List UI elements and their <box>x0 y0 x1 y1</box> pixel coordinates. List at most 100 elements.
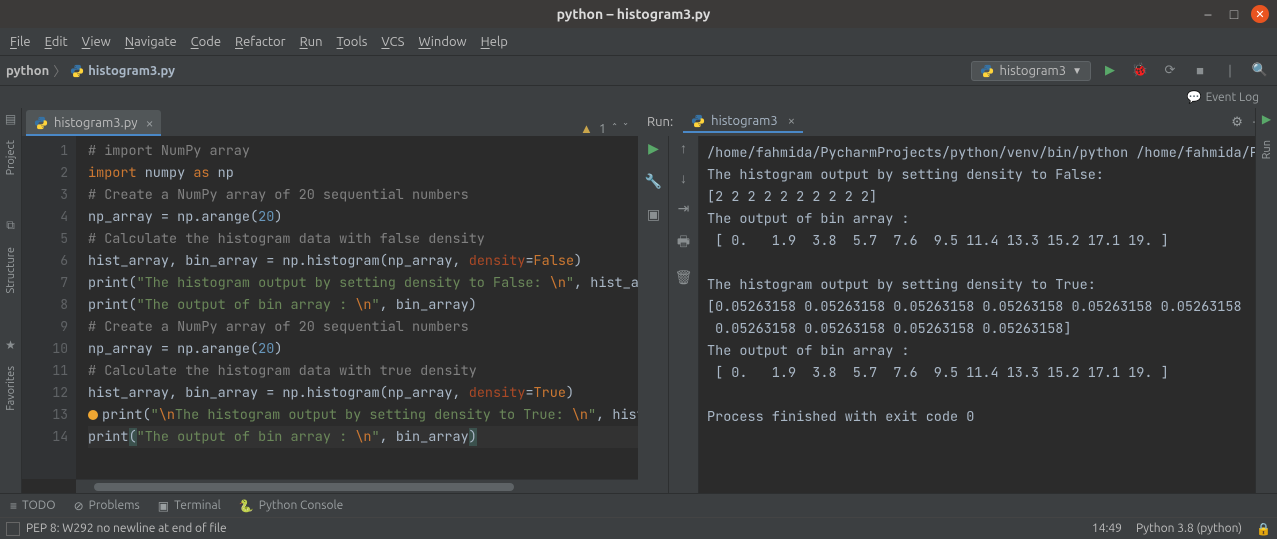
code-area[interactable]: # import NumPy arrayimport numpy as np# … <box>76 136 638 479</box>
python-file-icon <box>34 116 48 130</box>
python-icon <box>691 114 705 128</box>
toolwindow-terminal-button[interactable]: ▣Terminal <box>158 499 221 513</box>
window-minimize-button[interactable]: – <box>1199 5 1217 23</box>
line-number-gutter: 1234567891011121314 <box>22 136 76 479</box>
chevron-up-icon[interactable]: ˆ <box>612 122 617 136</box>
right-tool-strip: ▶ Run <box>1255 108 1277 493</box>
toolwindow-todo-button[interactable]: ≡TODO <box>10 499 56 513</box>
run-config-label: histogram3 <box>1000 64 1067 78</box>
menu-vcs[interactable]: VCS <box>375 32 410 52</box>
status-message: PEP 8: W292 no newline at end of file <box>26 522 227 535</box>
menu-refactor[interactable]: Refactor <box>229 32 292 52</box>
breakpoint-icon[interactable] <box>88 410 98 420</box>
run-settings-button[interactable]: ⚙ <box>1231 115 1243 130</box>
breadcrumb-file-label: histogram3.py <box>88 64 175 78</box>
menu-navigate[interactable]: Navigate <box>119 32 183 52</box>
toolwindow-problems-button[interactable]: ⊘Problems <box>74 499 140 513</box>
window-maximize-button[interactable]: □ <box>1225 5 1243 23</box>
event-log-button[interactable]: 💬 Event Log <box>1187 90 1259 104</box>
menu-help[interactable]: Help <box>475 32 514 52</box>
project-icon[interactable]: ▤ <box>5 112 16 126</box>
debug-button[interactable]: 🐞 <box>1129 60 1151 82</box>
event-log-label: Event Log <box>1206 91 1259 104</box>
code-line[interactable]: # Calculate the histogram data with true… <box>88 360 638 382</box>
run-tab-label: histogram3 <box>711 114 778 128</box>
run-panel-title: Run: <box>647 115 673 129</box>
todo-icon: ≡ <box>10 499 17 513</box>
print-button[interactable]: 🖶 <box>677 231 690 255</box>
run-tools-button[interactable]: 🔧 <box>645 173 662 190</box>
code-line[interactable]: print("\nThe histogram output by setting… <box>88 404 638 426</box>
editor-body[interactable]: 1234567891011121314 # import NumPy array… <box>22 136 638 479</box>
menu-window[interactable]: Window <box>412 32 472 52</box>
code-line[interactable]: import numpy as np <box>88 162 638 184</box>
run-config-selector[interactable]: histogram3 ▼ <box>971 61 1091 81</box>
editor-horizontal-scrollbar[interactable] <box>76 479 638 493</box>
menu-edit[interactable]: Edit <box>39 32 74 52</box>
side-structure[interactable]: Structure <box>5 241 17 300</box>
editor-tab-row: histogram3.py × ▲ 1 ˆ ˇ <box>22 108 638 136</box>
run-with-coverage-button[interactable]: ⟳ <box>1159 60 1181 82</box>
code-line[interactable]: # Create a NumPy array of 20 sequential … <box>88 184 638 206</box>
problems-icon: ⊘ <box>74 499 84 513</box>
scroll-down-button[interactable]: ↓ <box>680 170 687 186</box>
menu-view[interactable]: View <box>76 32 117 52</box>
stop-button[interactable]: ■ <box>1189 60 1211 82</box>
menu-code[interactable]: Code <box>185 32 227 52</box>
toolwindow-python-console-button[interactable]: 🐍 Python Console <box>239 499 343 513</box>
left-tool-strip: ▤ Project ⧉ Structure ★ Favorites <box>0 108 22 493</box>
code-line[interactable]: print("The histogram output by setting d… <box>88 272 638 294</box>
breadcrumb-file[interactable]: histogram3.py <box>70 64 175 78</box>
python-console-label: Python Console <box>259 499 344 512</box>
side-project[interactable]: Project <box>5 134 17 181</box>
editor-tab-label: histogram3.py <box>54 116 138 130</box>
cursor-position: 14:49 <box>1092 522 1122 535</box>
divider: | <box>1219 60 1241 82</box>
rerun-button[interactable]: ▶ <box>648 140 659 157</box>
code-line[interactable]: # Calculate the histogram data with fals… <box>88 228 638 250</box>
window-close-button[interactable]: ✕ <box>1251 5 1269 23</box>
menu-run[interactable]: Run <box>294 32 329 52</box>
chevron-down-icon[interactable]: ˇ <box>623 122 628 136</box>
run-header: Run: histogram3 × ⚙ — <box>639 108 1274 136</box>
main-menubar: FileEditViewNavigateCodeRefactorRunTools… <box>0 28 1277 56</box>
code-line[interactable]: np_array = np.arange(20) <box>88 338 638 360</box>
bottom-tool-strip: ≡TODO ⊘Problems ▣Terminal 🐍 Python Consol… <box>0 493 1277 517</box>
editor-tab[interactable]: histogram3.py × <box>26 110 161 136</box>
favorites-icon[interactable]: ★ <box>5 338 16 352</box>
event-log-bar: 💬 Event Log <box>0 86 1277 108</box>
code-line[interactable]: print("The output of bin array : \n", bi… <box>88 426 638 448</box>
code-line[interactable]: # Create a NumPy array of 20 sequential … <box>88 316 638 338</box>
code-line[interactable]: np_array = np.arange(20) <box>88 206 638 228</box>
close-tab-button[interactable]: × <box>146 115 154 131</box>
side-favorites[interactable]: Favorites <box>5 360 17 417</box>
run-side-icon[interactable]: ▶ <box>1262 112 1271 126</box>
close-run-tab-button[interactable]: × <box>788 114 795 128</box>
lock-icon[interactable]: 🔒 <box>1256 522 1271 536</box>
menu-file[interactable]: File <box>4 32 37 52</box>
run-stop-button[interactable]: ▣ <box>647 206 660 223</box>
code-line[interactable]: hist_array, bin_array = np.histogram(np_… <box>88 382 638 404</box>
code-line[interactable]: print("The output of bin array : \n", bi… <box>88 294 638 316</box>
breadcrumb-project[interactable]: python <box>6 64 49 78</box>
toolwindows-toggle-button[interactable] <box>6 522 20 536</box>
code-line[interactable]: hist_array, bin_array = np.histogram(np_… <box>88 250 638 272</box>
warning-triangle-icon[interactable]: ▲ <box>580 121 593 136</box>
python-console-icon: 🐍 <box>239 499 254 513</box>
menu-tools[interactable]: Tools <box>331 32 374 52</box>
code-line[interactable]: # import NumPy array <box>88 140 638 162</box>
soft-wrap-button[interactable]: ⇥ <box>678 200 690 217</box>
scrollbar-thumb[interactable] <box>94 483 514 491</box>
interpreter-label[interactable]: Python 3.8 (python) <box>1136 522 1242 535</box>
search-button[interactable]: 🔍 <box>1249 60 1271 82</box>
side-run[interactable]: Run <box>1261 134 1273 165</box>
run-output[interactable]: /home/fahmida/PycharmProjects/python/ven… <box>699 136 1274 493</box>
chevron-down-icon: ▼ <box>1072 65 1082 77</box>
run-button[interactable]: ▶ <box>1099 60 1121 82</box>
clear-button[interactable]: 🗑 <box>675 269 693 286</box>
run-tab[interactable]: histogram3 × <box>683 111 803 133</box>
scroll-up-button[interactable]: ↑ <box>680 140 687 156</box>
python-file-icon <box>70 64 84 78</box>
structure-icon[interactable]: ⧉ <box>6 219 15 233</box>
status-bar: PEP 8: W292 no newline at end of file 14… <box>0 517 1277 539</box>
